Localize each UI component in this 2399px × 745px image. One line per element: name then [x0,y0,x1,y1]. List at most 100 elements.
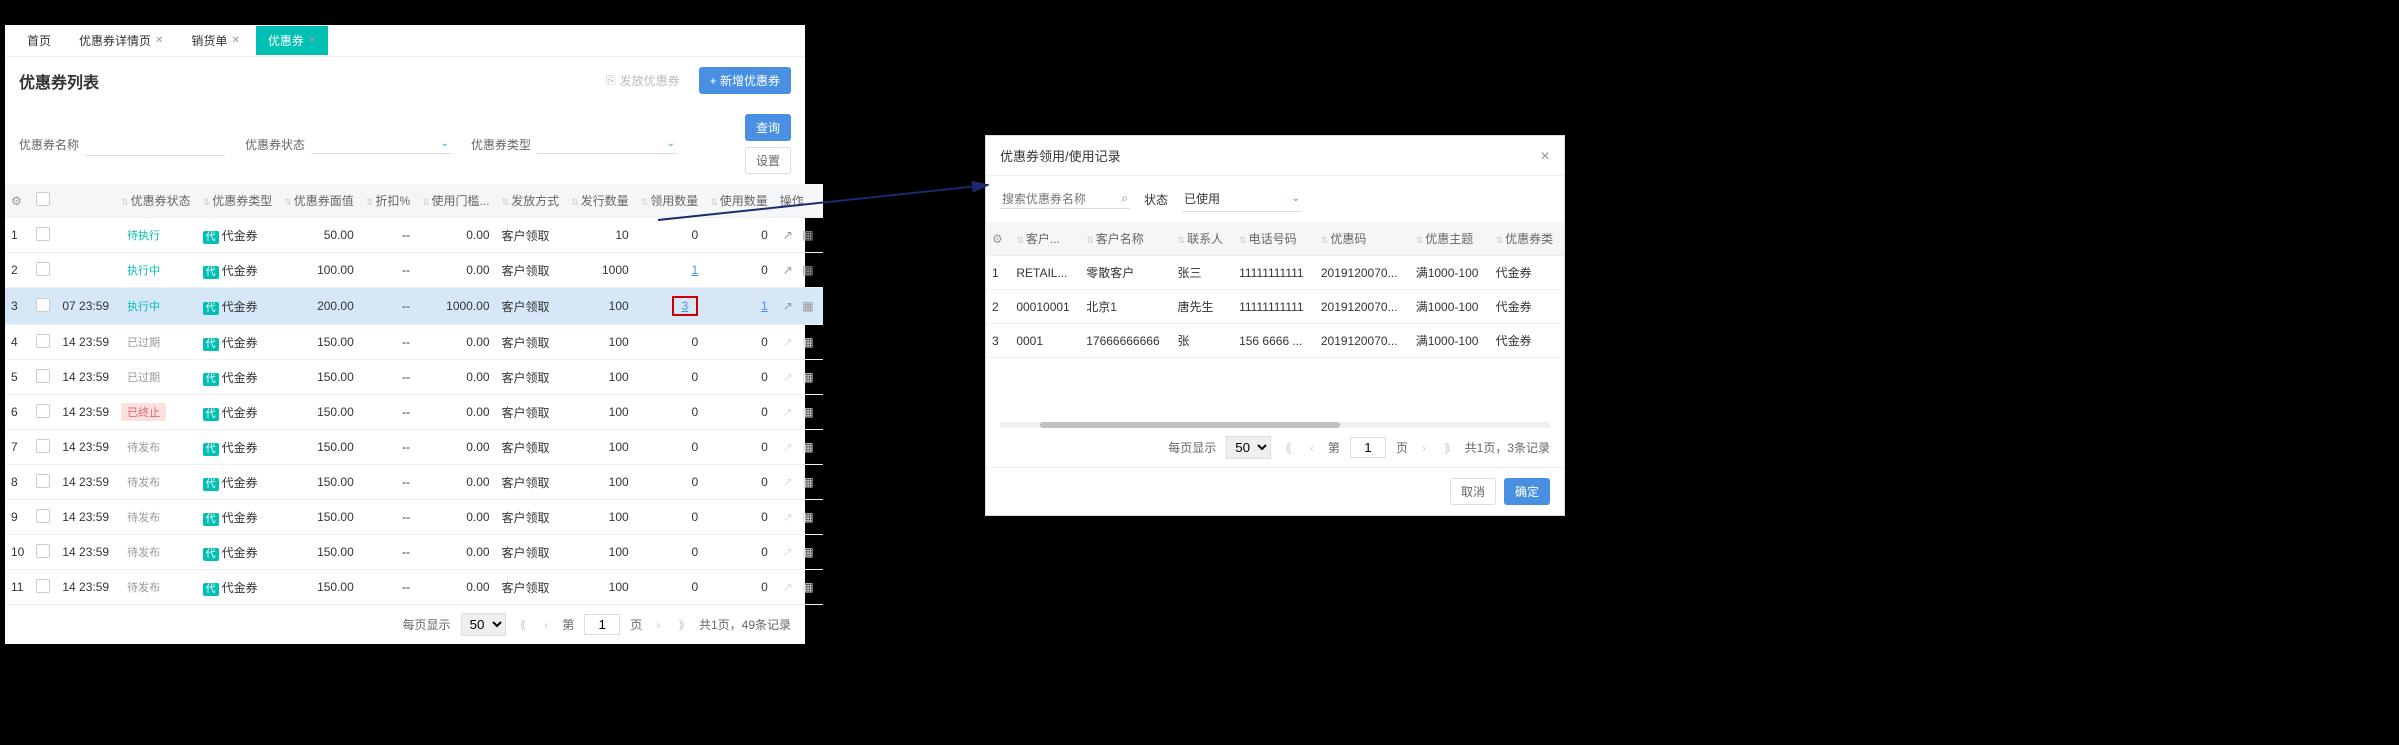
table-row[interactable]: 7 14 23:59 待发布 代代金券 150.00 -- 0.00 客户领取 … [5,430,823,465]
per-page-select[interactable]: 50 [461,613,506,636]
column-header[interactable]: ⇅优惠券面值 [278,184,360,218]
column-header[interactable]: ⇅领用数量 [635,184,705,218]
column-header[interactable]: ⇅折扣% [360,184,416,218]
table-row[interactable]: 2 00010001 北京1 唐先生 11111111111 201912007… [986,290,1564,324]
qrcode-icon[interactable]: ▦ [802,405,813,419]
sort-icon[interactable]: ⇅ [1086,235,1094,245]
share-icon[interactable]: ↗ [783,475,793,489]
tab[interactable]: 销货单✕ [179,26,251,55]
column-header[interactable]: ⇅客户名称 [1080,222,1171,256]
sort-icon[interactable]: ⇅ [1321,235,1329,245]
last-page-button[interactable]: ⟫ [1440,441,1455,455]
column-header[interactable]: ⚙ [986,222,1010,256]
table-row[interactable]: 6 14 23:59 已终止 代代金券 150.00 -- 0.00 客户领取 … [5,395,823,430]
cancel-button[interactable]: 取消 [1450,478,1496,505]
share-icon[interactable]: ↗ [783,545,793,559]
sort-icon[interactable]: ⇅ [121,197,129,207]
column-header[interactable]: ⇅客户... [1010,222,1080,256]
qrcode-icon[interactable]: ▦ [802,510,813,524]
sort-icon[interactable]: ⇅ [641,197,649,207]
sort-icon[interactable]: ⇅ [571,197,579,207]
modal-search-input[interactable] [1002,192,1115,206]
column-header[interactable]: ⇅电话号码 [1233,222,1315,256]
qrcode-icon[interactable]: ▦ [802,335,813,349]
row-checkbox[interactable] [36,579,50,593]
column-header[interactable]: ⇅使用数量 [704,184,774,218]
confirm-button[interactable]: 确定 [1504,478,1550,505]
select-all-checkbox[interactable] [36,192,50,206]
sort-icon[interactable]: ⇅ [1496,235,1504,245]
tab[interactable]: 优惠券✕ [256,26,328,55]
qrcode-icon[interactable]: ▦ [802,263,813,277]
column-header[interactable]: ⇅优惠券类 [1490,222,1564,256]
prev-page-button[interactable]: ‹ [1306,441,1318,455]
close-icon[interactable]: ✕ [155,35,163,46]
share-icon[interactable]: ↗ [783,405,793,419]
share-icon[interactable]: ↗ [783,299,793,313]
row-checkbox[interactable] [36,262,50,276]
claimed-count-link[interactable]: 1 [692,263,699,277]
close-icon[interactable]: ✕ [1540,149,1550,163]
table-row[interactable]: 4 14 23:59 已过期 代代金券 150.00 -- 0.00 客户领取 … [5,325,823,360]
column-header[interactable]: ⇅优惠码 [1315,222,1410,256]
distribute-coupon-button[interactable]: ⎘ 发放优惠券 [595,67,691,94]
qrcode-icon[interactable]: ▦ [802,475,813,489]
share-icon[interactable]: ↗ [783,580,793,594]
search-icon[interactable]: ⌕ [1121,191,1128,206]
table-row[interactable]: 8 14 23:59 待发布 代代金券 150.00 -- 0.00 客户领取 … [5,465,823,500]
share-icon[interactable]: ↗ [783,370,793,384]
horizontal-scrollbar[interactable] [1000,422,1550,428]
sort-icon[interactable]: ⇅ [284,197,292,207]
sort-icon[interactable]: ⇅ [1178,235,1186,245]
table-row[interactable]: 11 14 23:59 待发布 代代金券 150.00 -- 0.00 客户领取… [5,570,823,605]
column-header[interactable]: ⇅优惠主题 [1410,222,1490,256]
qrcode-icon[interactable]: ▦ [802,580,813,594]
row-checkbox[interactable] [36,404,50,418]
share-icon[interactable]: ↗ [783,228,793,242]
table-row[interactable]: 10 14 23:59 待发布 代代金券 150.00 -- 0.00 客户领取… [5,535,823,570]
sort-icon[interactable]: ⇅ [422,197,430,207]
qrcode-icon[interactable]: ▦ [802,228,813,242]
close-icon[interactable]: ✕ [231,35,239,46]
qrcode-icon[interactable]: ▦ [802,370,813,384]
gear-icon[interactable]: ⚙ [11,194,22,208]
filter-status-select[interactable]: ⌄ [311,134,451,154]
row-checkbox[interactable] [36,334,50,348]
table-row[interactable]: 2 执行中 代代金券 100.00 -- 0.00 客户领取 1000 1 0 … [5,253,823,288]
last-page-button[interactable]: ⟫ [674,618,689,632]
row-checkbox[interactable] [36,509,50,523]
next-page-button[interactable]: › [652,618,664,632]
column-header[interactable]: ⇅发放方式 [496,184,566,218]
modal-status-select[interactable]: 已使用 ⌄ [1182,186,1302,212]
row-checkbox[interactable] [36,227,50,241]
close-icon[interactable]: ✕ [308,35,316,46]
add-coupon-button[interactable]: + 新增优惠券 [699,67,791,94]
sort-icon[interactable]: ⇅ [1416,235,1424,245]
query-button[interactable]: 查询 [745,114,791,141]
column-header[interactable]: ⇅优惠券状态 [115,184,197,218]
share-icon[interactable]: ↗ [783,263,793,277]
column-header[interactable]: ⇅使用门槛... [416,184,496,218]
share-icon[interactable]: ↗ [783,510,793,524]
gear-icon[interactable]: ⚙ [992,232,1003,246]
column-header[interactable] [56,184,115,218]
row-checkbox[interactable] [36,298,50,312]
sort-icon[interactable]: ⇅ [1016,235,1024,245]
sort-icon[interactable]: ⇅ [203,197,211,207]
sort-icon[interactable]: ⇅ [366,197,374,207]
row-checkbox[interactable] [36,439,50,453]
share-icon[interactable]: ↗ [783,440,793,454]
prev-page-button[interactable]: ‹ [540,618,552,632]
row-checkbox[interactable] [36,544,50,558]
next-page-button[interactable]: › [1418,441,1430,455]
table-row[interactable]: 3 0001 17666666666 张 156 6666 ... 201912… [986,324,1564,358]
sort-icon[interactable]: ⇅ [1239,235,1247,245]
qrcode-icon[interactable]: ▦ [802,545,813,559]
column-header[interactable]: ⇅发行数量 [565,184,635,218]
tab[interactable]: 优惠券详情页✕ [67,26,175,55]
filter-type-select[interactable]: ⌄ [537,134,677,154]
row-checkbox[interactable] [36,369,50,383]
used-count-link[interactable]: 1 [761,299,768,313]
page-input[interactable] [584,614,620,635]
modal-search[interactable]: ⌕ [1000,189,1130,209]
